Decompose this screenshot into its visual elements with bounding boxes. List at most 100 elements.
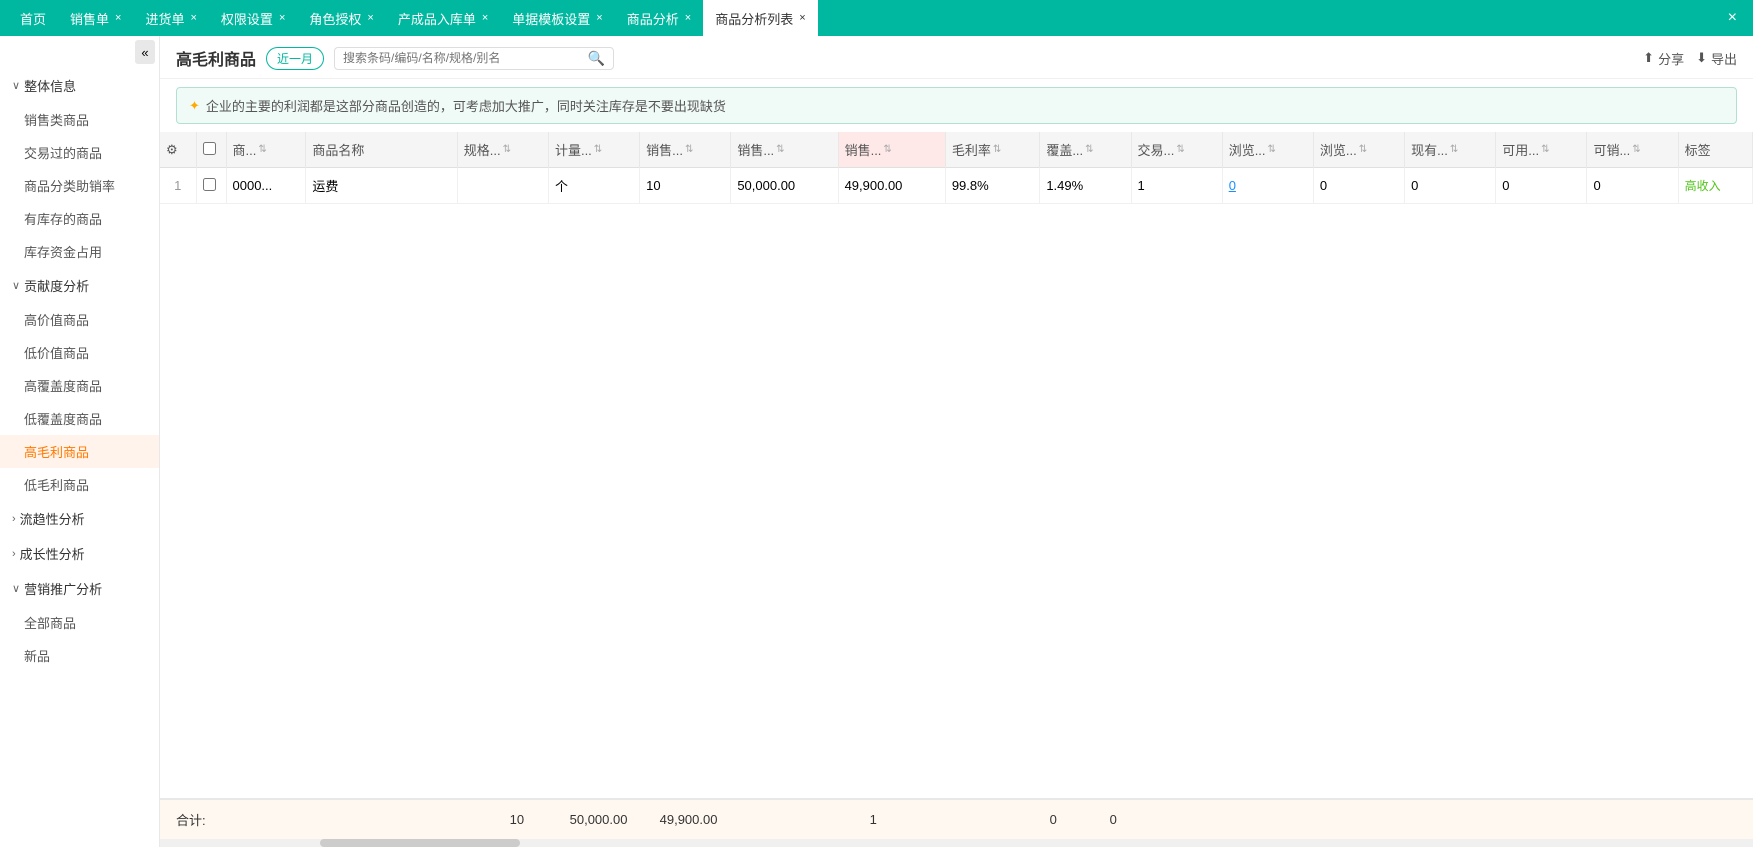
nav-item-purchase[interactable]: 进货单 × bbox=[133, 0, 208, 36]
chevron-right-icon: › bbox=[12, 513, 16, 525]
cell-browse1[interactable]: 0 bbox=[1222, 168, 1313, 204]
col-transactions[interactable]: 交易... ⇅ bbox=[1131, 132, 1222, 168]
sidebar-item-high-margin[interactable]: 高毛利商品 bbox=[0, 435, 159, 468]
export-button[interactable]: ⬇ 导出 bbox=[1696, 49, 1737, 68]
sidebar-group-marketing[interactable]: ∨ 营销推广分析 bbox=[0, 571, 159, 606]
col-sellable[interactable]: 可销... ⇅ bbox=[1587, 132, 1678, 168]
footer-cell-spacer7 bbox=[804, 812, 864, 827]
cell-unit: 个 bbox=[548, 168, 639, 204]
sidebar-group-contribution[interactable]: ∨ 贡献度分析 bbox=[0, 268, 159, 303]
table-header-row: ⚙ 商... ⇅ 商品名称 bbox=[160, 132, 1753, 168]
col-unit[interactable]: 计量... ⇅ bbox=[548, 132, 639, 168]
nav-item-sales[interactable]: 销售单 × bbox=[58, 0, 133, 36]
footer-cell-spacer8 bbox=[924, 812, 984, 827]
col-coverage[interactable]: 覆盖... ⇅ bbox=[1040, 132, 1131, 168]
sidebar-item-new-goods[interactable]: 新品 bbox=[0, 639, 159, 672]
window-close-button[interactable]: × bbox=[1720, 9, 1745, 27]
close-icon[interactable]: × bbox=[367, 12, 373, 24]
nav-item-analysis-list[interactable]: 商品分析列表 × bbox=[703, 0, 817, 36]
sidebar-item-all-goods[interactable]: 全部商品 bbox=[0, 606, 159, 639]
close-icon[interactable]: × bbox=[799, 12, 805, 24]
cell-tag: 高收入 bbox=[1678, 168, 1752, 204]
sidebar-item-stock-capital[interactable]: 库存资金占用 bbox=[0, 235, 159, 268]
col-browse1[interactable]: 浏览... ⇅ bbox=[1222, 132, 1313, 168]
col-available-stock[interactable]: 可用... ⇅ bbox=[1496, 132, 1587, 168]
footer-cell-transactions: 1 bbox=[864, 812, 924, 827]
sort-icon: ⇅ bbox=[1085, 144, 1093, 155]
col-code[interactable]: 商... ⇅ bbox=[226, 132, 306, 168]
main-layout: « ∨ 整体信息 销售类商品 交易过的商品 商品分类助销率 有库存的商品 库存资… bbox=[0, 36, 1753, 847]
cell-browse2: 0 bbox=[1313, 168, 1404, 204]
nav-item-inbound[interactable]: 产成品入库单 × bbox=[386, 0, 500, 36]
sidebar-item-high-value[interactable]: 高价值商品 bbox=[0, 303, 159, 336]
sidebar-group-growth[interactable]: › 成长性分析 bbox=[0, 536, 159, 571]
sort-icon: ⇅ bbox=[258, 144, 266, 155]
sidebar-item-low-value[interactable]: 低价值商品 bbox=[0, 336, 159, 369]
sort-icon: ⇅ bbox=[1541, 144, 1549, 155]
col-sales-qty[interactable]: 销售... ⇅ bbox=[640, 132, 731, 168]
content-header: 高毛利商品 近一月 🔍 ⬆ 分享 ⬇ 导出 bbox=[160, 36, 1753, 79]
search-icon[interactable]: 🔍 bbox=[588, 50, 605, 67]
col-spec[interactable]: 规格... ⇅ bbox=[457, 132, 548, 168]
col-tag: 标签 bbox=[1678, 132, 1752, 168]
data-table-wrapper[interactable]: ⚙ 商... ⇅ 商品名称 bbox=[160, 132, 1753, 798]
sort-icon: ⇅ bbox=[1176, 144, 1184, 155]
sidebar-item-traded-goods[interactable]: 交易过的商品 bbox=[0, 136, 159, 169]
cell-current-stock: 0 bbox=[1405, 168, 1496, 204]
nav-item-permissions[interactable]: 权限设置 × bbox=[209, 0, 297, 36]
sort-icon: ⇅ bbox=[1632, 144, 1640, 155]
sort-icon: ⇅ bbox=[776, 144, 784, 155]
col-current-stock[interactable]: 现有... ⇅ bbox=[1405, 132, 1496, 168]
scrollbar-thumb[interactable] bbox=[320, 839, 520, 847]
sort-icon: ⇅ bbox=[993, 144, 1001, 155]
close-icon[interactable]: × bbox=[190, 12, 196, 24]
footer-cell-spacer2 bbox=[254, 812, 284, 827]
date-filter-button[interactable]: 近一月 bbox=[266, 47, 324, 70]
cell-num: 1 bbox=[160, 168, 196, 204]
cell-sales-profit: 49,900.00 bbox=[838, 168, 945, 204]
sort-icon: ⇅ bbox=[594, 144, 602, 155]
sort-icon: ⇅ bbox=[1359, 144, 1367, 155]
row-checkbox[interactable] bbox=[203, 178, 216, 191]
top-nav: 首页 销售单 × 进货单 × 权限设置 × 角色授权 × 产成品入库单 × 单据… bbox=[0, 0, 1753, 36]
export-icon: ⬇ bbox=[1696, 50, 1707, 66]
footer-cell-sales-qty: 10 bbox=[504, 812, 564, 827]
horizontal-scrollbar[interactable] bbox=[160, 839, 1753, 847]
footer-cell-spacer3 bbox=[284, 812, 344, 827]
search-input[interactable] bbox=[343, 51, 588, 65]
col-sales-amount[interactable]: 销售... ⇅ bbox=[731, 132, 838, 168]
nav-item-roles[interactable]: 角色授权 × bbox=[297, 0, 385, 36]
chevron-down-icon: ∨ bbox=[12, 582, 20, 595]
nav-item-home[interactable]: 首页 bbox=[8, 0, 58, 36]
sidebar-item-sales-goods[interactable]: 销售类商品 bbox=[0, 103, 159, 136]
data-table: ⚙ 商... ⇅ 商品名称 bbox=[160, 132, 1753, 204]
col-num: ⚙ bbox=[160, 132, 196, 168]
sidebar-item-in-stock[interactable]: 有库存的商品 bbox=[0, 202, 159, 235]
sidebar-group-trend[interactable]: › 流趋性分析 bbox=[0, 501, 159, 536]
sidebar-item-low-coverage[interactable]: 低覆盖度商品 bbox=[0, 402, 159, 435]
nav-item-template[interactable]: 单据模板设置 × bbox=[500, 0, 614, 36]
close-icon[interactable]: × bbox=[596, 12, 602, 24]
sidebar-group-overall-items: 销售类商品 交易过的商品 商品分类助销率 有库存的商品 库存资金占用 bbox=[0, 103, 159, 268]
share-button[interactable]: ⬆ 分享 bbox=[1643, 49, 1684, 68]
select-all-checkbox[interactable] bbox=[203, 142, 216, 155]
sidebar-item-low-margin[interactable]: 低毛利商品 bbox=[0, 468, 159, 501]
cell-name: 运费 bbox=[306, 168, 457, 204]
close-icon[interactable]: × bbox=[279, 12, 285, 24]
sort-icon: ⇅ bbox=[1450, 144, 1458, 155]
sidebar-item-high-coverage[interactable]: 高覆盖度商品 bbox=[0, 369, 159, 402]
sidebar-item-category-rate[interactable]: 商品分类助销率 bbox=[0, 169, 159, 202]
col-browse2[interactable]: 浏览... ⇅ bbox=[1313, 132, 1404, 168]
nav-item-analysis[interactable]: 商品分析 × bbox=[615, 0, 703, 36]
footer-cell-sales-profit: 49,900.00 bbox=[654, 812, 744, 827]
close-icon[interactable]: × bbox=[482, 12, 488, 24]
sidebar-collapse-button[interactable]: « bbox=[135, 40, 155, 64]
col-sales-profit[interactable]: 销售... ⇅ bbox=[838, 132, 945, 168]
cell-checkbox bbox=[196, 168, 226, 204]
close-icon[interactable]: × bbox=[685, 12, 691, 24]
col-gross-margin[interactable]: 毛利率 ⇅ bbox=[945, 132, 1039, 168]
settings-icon[interactable]: ⚙ bbox=[166, 142, 178, 157]
sidebar-group-contribution-items: 高价值商品 低价值商品 高覆盖度商品 低覆盖度商品 高毛利商品 低毛利商品 bbox=[0, 303, 159, 501]
close-icon[interactable]: × bbox=[115, 12, 121, 24]
sidebar-group-overall[interactable]: ∨ 整体信息 bbox=[0, 68, 159, 103]
